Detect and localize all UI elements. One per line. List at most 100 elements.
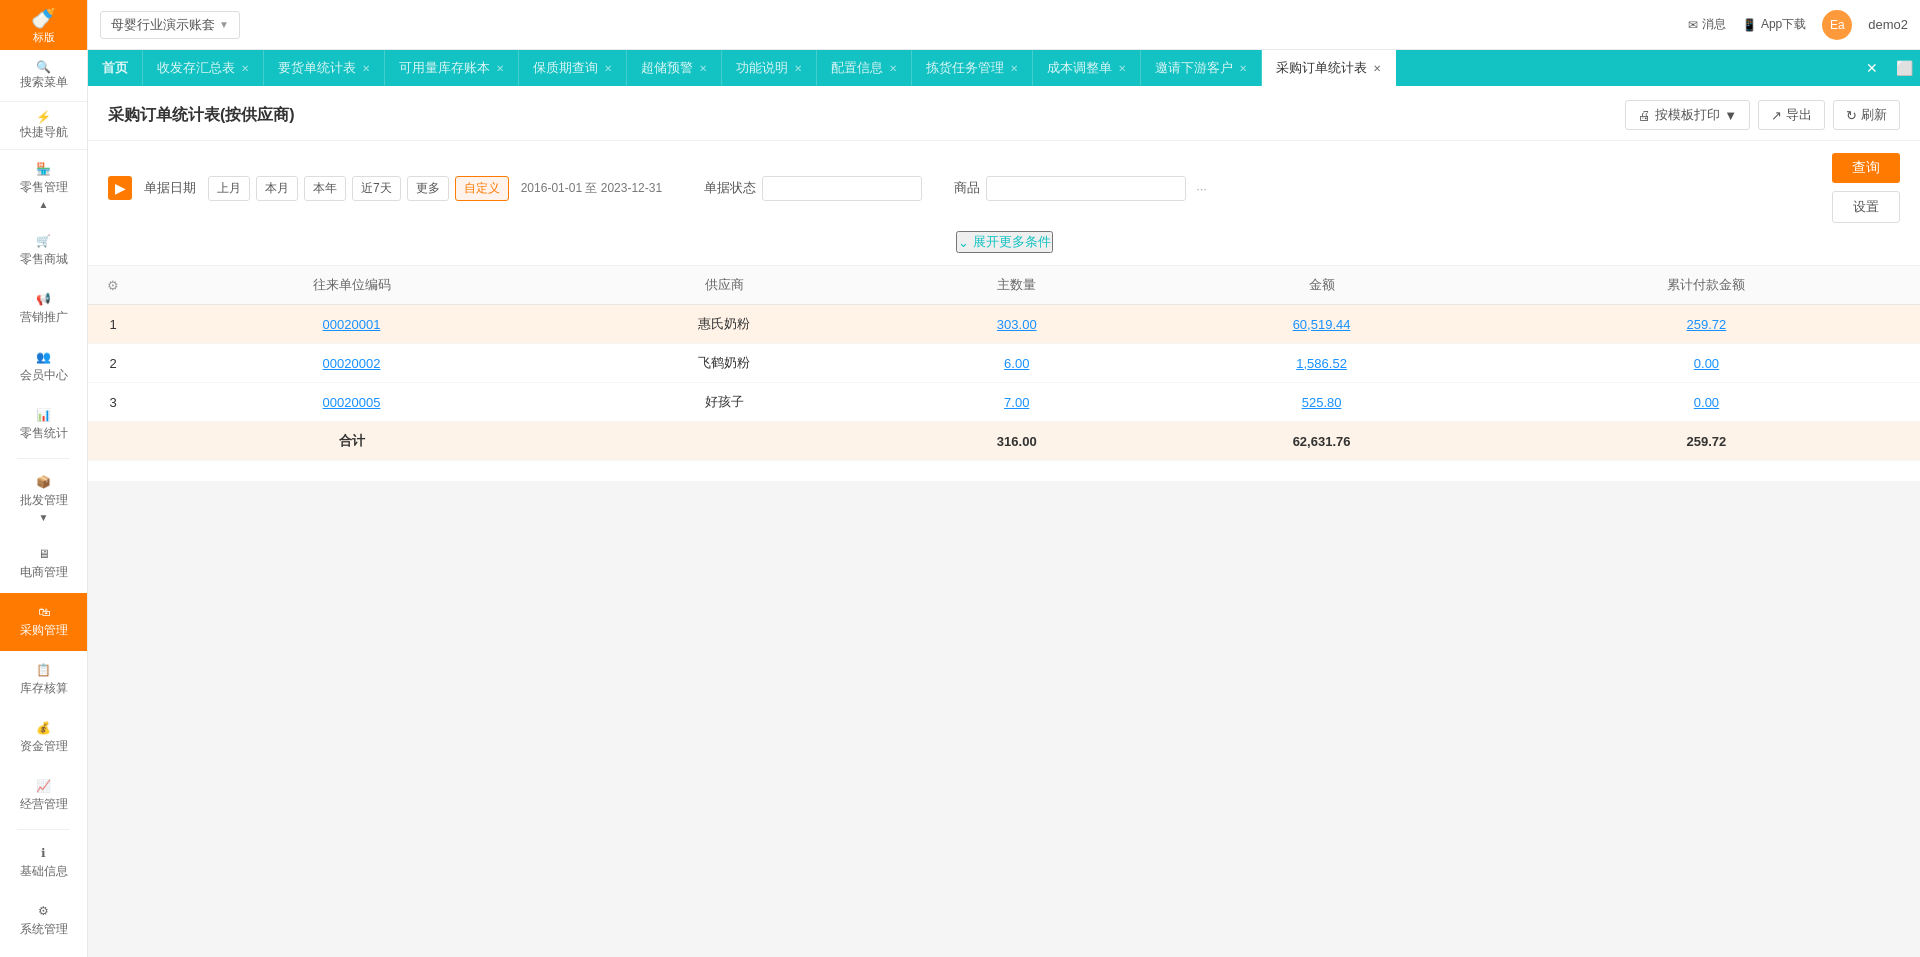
sidebar-item-retail-mgmt[interactable]: 🏪 零售管理 ▲ xyxy=(0,150,87,222)
amount-link[interactable]: 60,519.44 xyxy=(1293,317,1351,332)
sidebar-item-marketing[interactable]: 📢 营销推广 xyxy=(0,280,87,338)
paid-link[interactable]: 0.00 xyxy=(1694,356,1719,371)
code-link[interactable]: 00020001 xyxy=(323,317,381,332)
tab-function-desc-close[interactable]: ✕ xyxy=(794,63,802,74)
close-tab-btn[interactable]: ✕ xyxy=(1856,50,1888,86)
tab-invite-downstream-close[interactable]: ✕ xyxy=(1239,63,1247,74)
tab-home[interactable]: 首页 xyxy=(88,50,143,86)
date-btn-this-month[interactable]: 本月 xyxy=(256,176,298,201)
sidebar-item-inventory[interactable]: 📋 库存核算 xyxy=(0,651,87,709)
template-print-button[interactable]: 🖨 按模板打印 ▼ xyxy=(1625,100,1750,130)
qty-link[interactable]: 6.00 xyxy=(1004,356,1029,371)
code-link[interactable]: 00020002 xyxy=(323,356,381,371)
amount-link[interactable]: 525.80 xyxy=(1302,395,1342,410)
username-label[interactable]: demo2 xyxy=(1868,17,1908,32)
tab-cost-adjust[interactable]: 成本调整单 ✕ xyxy=(1033,50,1141,86)
topbar-right: ✉ 消息 📱 App下载 Ea demo2 xyxy=(1688,10,1908,40)
date-btn-7days[interactable]: 近7天 xyxy=(352,176,401,201)
tab-cost-adjust-close[interactable]: ✕ xyxy=(1118,63,1126,74)
maximize-btn[interactable]: ⬜ xyxy=(1888,50,1920,86)
date-btn-more[interactable]: 更多 xyxy=(407,176,449,201)
paid-link[interactable]: 0.00 xyxy=(1694,395,1719,410)
refresh-button[interactable]: ↻ 刷新 xyxy=(1833,100,1900,130)
tab-picking-task-close[interactable]: ✕ xyxy=(1010,63,1018,74)
tab-picking-task[interactable]: 拣货任务管理 ✕ xyxy=(912,50,1033,86)
member-icon: 👥 xyxy=(36,350,51,364)
tab-goods-stats[interactable]: 要货单统计表 ✕ xyxy=(264,50,385,86)
tab-function-desc[interactable]: 功能说明 ✕ xyxy=(722,50,817,86)
sidebar-marketing-label: 营销推广 xyxy=(20,309,68,326)
tab-config-info-close[interactable]: ✕ xyxy=(889,63,897,74)
refresh-label: 刷新 xyxy=(1861,106,1887,124)
topbar: 母婴行业演示账套 ▼ ✉ 消息 📱 App下载 Ea demo2 xyxy=(88,0,1920,50)
settings-button[interactable]: 设置 xyxy=(1832,191,1900,223)
retail-store-icon: 🛒 xyxy=(36,234,51,248)
query-button[interactable]: 查询 xyxy=(1832,153,1900,183)
chevron-down-icon: ▲ xyxy=(39,199,49,210)
tab-shelf-life[interactable]: 保质期查询 ✕ xyxy=(519,50,627,86)
tab-available-inventory-close[interactable]: ✕ xyxy=(496,63,504,74)
data-table: ⚙ 往来单位编码 供应商 主数量 金额 累计付款金额 1 00020001 惠氏… xyxy=(88,266,1920,461)
code-link[interactable]: 00020005 xyxy=(323,395,381,410)
tab-purchase-stats[interactable]: 采购订单统计表 ✕ xyxy=(1262,50,1396,86)
row-qty: 303.00 xyxy=(883,305,1150,344)
tab-available-inventory[interactable]: 可用量库存账本 ✕ xyxy=(385,50,519,86)
tab-config-info-label: 配置信息 xyxy=(831,59,883,77)
sidebar-item-ecommerce[interactable]: 🖥 电商管理 xyxy=(0,535,87,593)
app-download-button[interactable]: 📱 App下载 xyxy=(1742,16,1806,33)
goods-more-icon[interactable]: ··· xyxy=(1196,181,1207,196)
paid-link[interactable]: 259.72 xyxy=(1687,317,1727,332)
status-select[interactable] xyxy=(762,176,922,201)
tab-purchase-stats-close[interactable]: ✕ xyxy=(1373,63,1381,74)
date-btn-custom[interactable]: 自定义 xyxy=(455,176,509,201)
tab-config-info[interactable]: 配置信息 ✕ xyxy=(817,50,912,86)
sidebar-item-retail-store[interactable]: 🛒 零售商城 xyxy=(0,222,87,280)
user-avatar[interactable]: Ea xyxy=(1822,10,1852,40)
expand-icon: ▼ xyxy=(39,512,49,523)
sidebar-wholesale-label: 批发管理 xyxy=(20,492,68,509)
qty-link[interactable]: 303.00 xyxy=(997,317,1037,332)
footer-amount: 62,631.76 xyxy=(1150,422,1493,461)
sidebar-item-search[interactable]: 🔍 搜索菜单 xyxy=(0,50,87,102)
sidebar-item-basic-info[interactable]: ℹ 基础信息 xyxy=(0,834,87,892)
amount-link[interactable]: 1,586.52 xyxy=(1296,356,1347,371)
row-paid: 259.72 xyxy=(1493,305,1920,344)
app-download-label: App下载 xyxy=(1761,16,1806,33)
qty-link[interactable]: 7.00 xyxy=(1004,395,1029,410)
table-header-row: ⚙ 往来单位编码 供应商 主数量 金额 累计付款金额 xyxy=(88,266,1920,305)
tab-receive-send-label: 收发存汇总表 xyxy=(157,59,235,77)
date-btn-this-year[interactable]: 本年 xyxy=(304,176,346,201)
date-btn-last-month[interactable]: 上月 xyxy=(208,176,250,201)
page-content: 采购订单统计表(按供应商) 🖨 按模板打印 ▼ ↗ 导出 ↻ 刷新 xyxy=(88,86,1920,957)
row-qty: 6.00 xyxy=(883,344,1150,383)
tab-shelf-life-close[interactable]: ✕ xyxy=(604,63,612,74)
sidebar-item-operations[interactable]: 📈 经营管理 xyxy=(0,767,87,825)
template-dropdown-arrow: ▼ xyxy=(1724,108,1737,123)
account-dropdown[interactable]: 母婴行业演示账套 ▼ xyxy=(100,11,240,39)
sidebar-item-wholesale[interactable]: 📦 批发管理 ▼ xyxy=(0,463,87,535)
expand-more-button[interactable]: ⌄ 展开更多条件 xyxy=(956,231,1053,253)
export-button[interactable]: ↗ 导出 xyxy=(1758,100,1825,130)
message-button[interactable]: ✉ 消息 xyxy=(1688,16,1726,33)
filter-toggle-button[interactable]: ▶ xyxy=(108,176,132,200)
page-header-actions: 🖨 按模板打印 ▼ ↗ 导出 ↻ 刷新 xyxy=(1625,100,1900,130)
tab-home-label: 首页 xyxy=(102,59,128,77)
goods-input[interactable] xyxy=(986,176,1186,201)
tab-receive-send-close[interactable]: ✕ xyxy=(241,63,249,74)
inventory-icon: 📋 xyxy=(36,663,51,677)
sidebar-item-quick-nav[interactable]: ⚡ 快捷导航 xyxy=(0,102,87,150)
sidebar-item-system[interactable]: ⚙ 系统管理 xyxy=(0,892,87,950)
sidebar-item-retail-stats[interactable]: 📊 零售统计 xyxy=(0,396,87,454)
sidebar-item-purchase[interactable]: 🛍 采购管理 xyxy=(0,593,87,651)
sidebar-item-finance[interactable]: 💰 资金管理 xyxy=(0,709,87,767)
tab-overstock[interactable]: 超储预警 ✕ xyxy=(627,50,722,86)
tab-overstock-close[interactable]: ✕ xyxy=(699,63,707,74)
tab-invite-downstream[interactable]: 邀请下游客户 ✕ xyxy=(1141,50,1262,86)
row-amount: 525.80 xyxy=(1150,383,1493,422)
tab-receive-send[interactable]: 收发存汇总表 ✕ xyxy=(143,50,264,86)
sidebar-item-member[interactable]: 👥 会员中心 xyxy=(0,338,87,396)
table-container: ⚙ 往来单位编码 供应商 主数量 金额 累计付款金额 1 00020001 惠氏… xyxy=(88,266,1920,481)
tab-goods-stats-close[interactable]: ✕ xyxy=(362,63,370,74)
sidebar-item-enterprise[interactable]: 🤝 企业协同 xyxy=(0,950,87,957)
gear-icon[interactable]: ⚙ xyxy=(107,278,119,293)
